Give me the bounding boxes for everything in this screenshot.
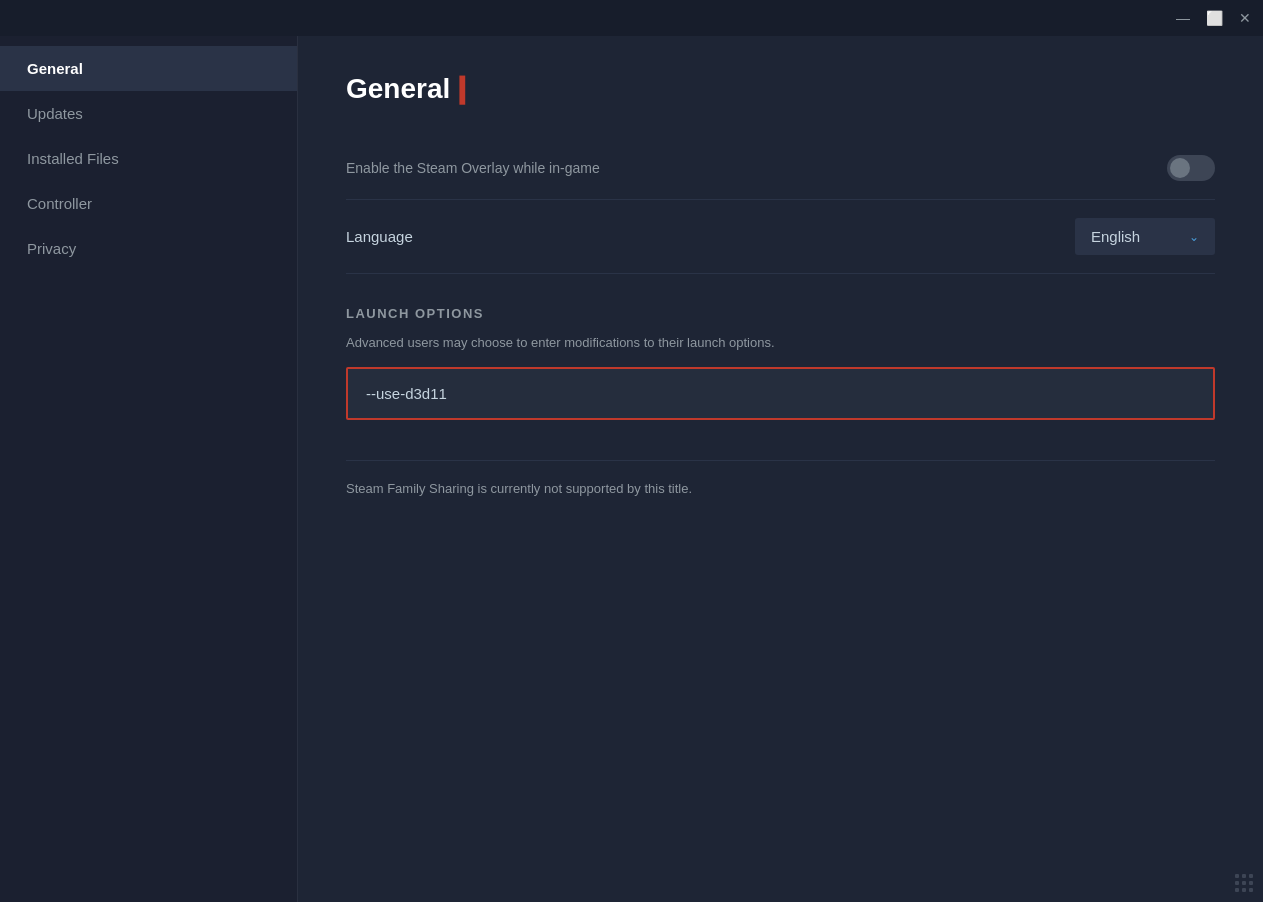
launch-options-desc: Advanced users may choose to enter modif… (346, 333, 1215, 353)
sidebar-item-installed-files[interactable]: Installed Files (0, 136, 297, 181)
sidebar-item-updates[interactable]: Updates (0, 91, 297, 136)
launch-options-header: LAUNCH OPTIONS (346, 306, 1215, 321)
language-value: English (1091, 228, 1140, 245)
sidebar-item-privacy[interactable]: Privacy (0, 226, 297, 271)
main-panel: General❙ Enable the Steam Overlay while … (298, 36, 1263, 902)
overlay-setting-row: Enable the Steam Overlay while in-game (346, 137, 1215, 200)
app-window: — ⬜ ✕ General Updates Installed Files Co… (0, 0, 1263, 902)
launch-options-input[interactable] (346, 367, 1215, 420)
overlay-label: Enable the Steam Overlay while in-game (346, 160, 600, 176)
language-setting-row: Language English ⌄ (346, 200, 1215, 274)
bottom-dots-decoration (1235, 874, 1253, 892)
family-sharing-note: Steam Family Sharing is currently not su… (346, 460, 1215, 496)
toggle-knob (1170, 158, 1190, 178)
language-dropdown[interactable]: English ⌄ (1075, 218, 1215, 255)
overlay-toggle[interactable] (1167, 155, 1215, 181)
page-title: General❙ (346, 72, 1215, 105)
sidebar-item-controller[interactable]: Controller (0, 181, 297, 226)
sidebar-item-general[interactable]: General (0, 46, 297, 91)
content-area: General Updates Installed Files Controll… (0, 36, 1263, 902)
minimize-button[interactable]: — (1176, 11, 1190, 25)
titlebar: — ⬜ ✕ (0, 0, 1263, 36)
chevron-down-icon: ⌄ (1189, 230, 1199, 244)
close-button[interactable]: ✕ (1239, 11, 1251, 25)
sidebar: General Updates Installed Files Controll… (0, 36, 298, 902)
maximize-button[interactable]: ⬜ (1206, 11, 1223, 25)
language-label: Language (346, 228, 413, 245)
